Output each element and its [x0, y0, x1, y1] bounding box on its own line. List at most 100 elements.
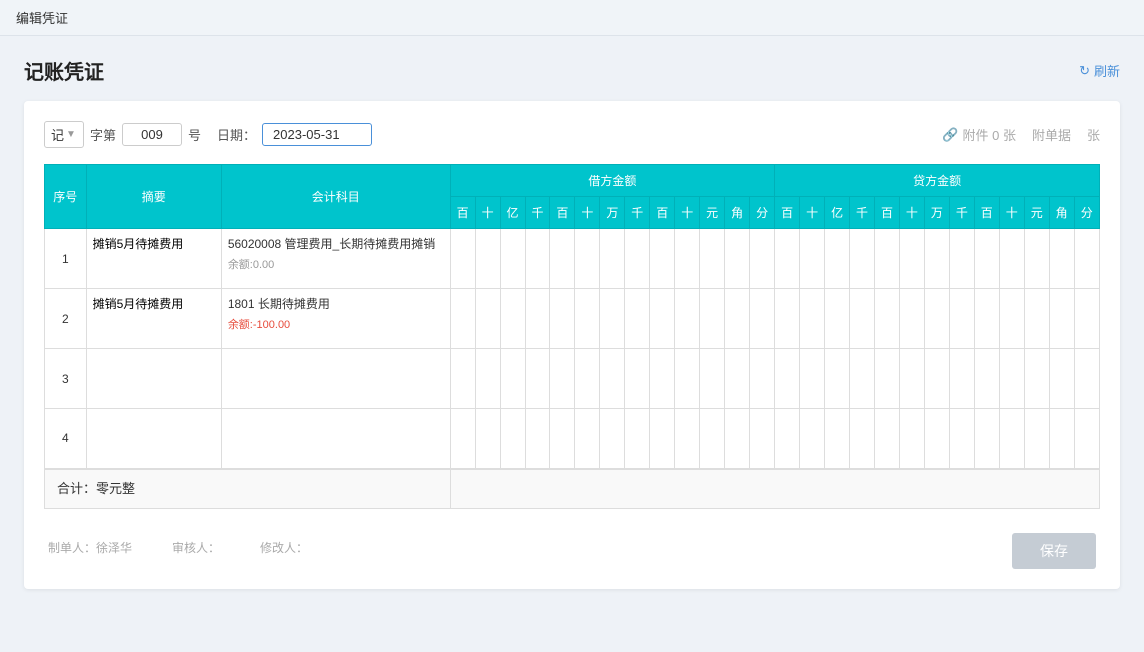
cell-credit-c12[interactable] [1049, 289, 1074, 349]
cell-debit-d2[interactable] [475, 349, 500, 409]
cell-account[interactable] [221, 409, 450, 469]
cell-debit-d9[interactable] [650, 349, 675, 409]
cell-credit-c6[interactable] [899, 229, 924, 289]
cell-credit-c9[interactable] [974, 289, 999, 349]
cell-debit-d9[interactable] [650, 409, 675, 469]
cell-credit-c12[interactable] [1049, 229, 1074, 289]
cell-debit-d12[interactable] [725, 289, 750, 349]
cell-debit-d3[interactable] [500, 229, 525, 289]
cell-credit-c2[interactable] [800, 289, 825, 349]
cell-credit-c11[interactable] [1024, 289, 1049, 349]
cell-debit-d6[interactable] [575, 409, 600, 469]
cell-credit-c5[interactable] [875, 229, 900, 289]
cell-debit-d5[interactable] [550, 289, 575, 349]
cell-debit-d12[interactable] [725, 229, 750, 289]
save-button[interactable]: 保存 [1012, 533, 1096, 569]
cell-credit-c12[interactable] [1049, 349, 1074, 409]
cell-credit-c1[interactable] [775, 289, 800, 349]
cell-debit-d10[interactable] [675, 229, 700, 289]
cell-credit-c2[interactable] [800, 349, 825, 409]
cell-debit-d10[interactable] [675, 289, 700, 349]
cell-account[interactable]: 1801 长期待摊费用 余额:-100.00 [221, 289, 450, 349]
cell-account[interactable]: 56020008 管理费用_长期待摊费用摊销 余额:0.00 [221, 229, 450, 289]
cell-debit-d8[interactable] [625, 289, 650, 349]
cell-account[interactable] [221, 349, 450, 409]
cell-credit-c13[interactable] [1074, 349, 1099, 409]
cell-credit-c5[interactable] [875, 349, 900, 409]
cell-debit-d13[interactable] [750, 229, 775, 289]
cell-debit-d10[interactable] [675, 409, 700, 469]
cell-debit-d2[interactable] [475, 229, 500, 289]
cell-debit-d3[interactable] [500, 289, 525, 349]
cell-debit-d8[interactable] [625, 349, 650, 409]
cell-credit-c7[interactable] [924, 229, 949, 289]
cell-credit-c7[interactable] [924, 289, 949, 349]
cell-debit-d7[interactable] [600, 289, 625, 349]
cell-credit-c9[interactable] [974, 229, 999, 289]
attachment-link[interactable]: 🔗 附件 0 张 [942, 125, 1016, 144]
cell-debit-d10[interactable] [675, 349, 700, 409]
cell-summary[interactable] [86, 409, 221, 469]
cell-debit-d9[interactable] [650, 289, 675, 349]
cell-credit-c10[interactable] [999, 349, 1024, 409]
cell-summary[interactable]: 摊销5月待摊费用 [86, 289, 221, 349]
cell-debit-d4[interactable] [525, 349, 550, 409]
cell-debit-d5[interactable] [550, 409, 575, 469]
cell-debit-d13[interactable] [750, 409, 775, 469]
cell-credit-c4[interactable] [850, 349, 875, 409]
cell-debit-d3[interactable] [500, 409, 525, 469]
cell-debit-d1[interactable] [450, 349, 475, 409]
cell-credit-c6[interactable] [899, 349, 924, 409]
cell-debit-d6[interactable] [575, 229, 600, 289]
cell-debit-d8[interactable] [625, 409, 650, 469]
cell-debit-d2[interactable] [475, 409, 500, 469]
cell-credit-c9[interactable] [974, 349, 999, 409]
cell-debit-d1[interactable] [450, 409, 475, 469]
cell-credit-c2[interactable] [800, 229, 825, 289]
cell-credit-c3[interactable] [825, 229, 850, 289]
cell-credit-c12[interactable] [1049, 409, 1074, 469]
cell-debit-d2[interactable] [475, 289, 500, 349]
cell-credit-c11[interactable] [1024, 409, 1049, 469]
cell-debit-d6[interactable] [575, 289, 600, 349]
cell-credit-c7[interactable] [924, 349, 949, 409]
cell-debit-d7[interactable] [600, 409, 625, 469]
cell-credit-c11[interactable] [1024, 349, 1049, 409]
cell-credit-c1[interactable] [775, 229, 800, 289]
cell-credit-c1[interactable] [775, 349, 800, 409]
cell-debit-d13[interactable] [750, 349, 775, 409]
cell-debit-d5[interactable] [550, 229, 575, 289]
cell-credit-c9[interactable] [974, 409, 999, 469]
cell-credit-c6[interactable] [899, 409, 924, 469]
cell-debit-d4[interactable] [525, 409, 550, 469]
cell-credit-c8[interactable] [949, 289, 974, 349]
cell-debit-d7[interactable] [600, 349, 625, 409]
cell-credit-c5[interactable] [875, 289, 900, 349]
refresh-button[interactable]: ↻ 刷新 [1079, 61, 1120, 80]
cell-credit-c7[interactable] [924, 409, 949, 469]
cell-credit-c11[interactable] [1024, 229, 1049, 289]
cell-credit-c4[interactable] [850, 409, 875, 469]
cell-debit-d4[interactable] [525, 289, 550, 349]
cell-credit-c13[interactable] [1074, 289, 1099, 349]
cell-credit-c1[interactable] [775, 409, 800, 469]
cell-summary[interactable] [86, 349, 221, 409]
cell-debit-d11[interactable] [700, 229, 725, 289]
cell-credit-c13[interactable] [1074, 409, 1099, 469]
cell-credit-c10[interactable] [999, 409, 1024, 469]
cell-debit-d6[interactable] [575, 349, 600, 409]
cell-debit-d12[interactable] [725, 409, 750, 469]
cell-credit-c2[interactable] [800, 409, 825, 469]
cell-credit-c3[interactable] [825, 349, 850, 409]
cell-credit-c10[interactable] [999, 289, 1024, 349]
cell-debit-d9[interactable] [650, 229, 675, 289]
cell-debit-d4[interactable] [525, 229, 550, 289]
cell-debit-d1[interactable] [450, 289, 475, 349]
cell-debit-d11[interactable] [700, 409, 725, 469]
cell-debit-d8[interactable] [625, 229, 650, 289]
cell-credit-c4[interactable] [850, 289, 875, 349]
date-input[interactable] [262, 123, 372, 146]
cell-credit-c10[interactable] [999, 229, 1024, 289]
cell-debit-d5[interactable] [550, 349, 575, 409]
cell-debit-d13[interactable] [750, 289, 775, 349]
